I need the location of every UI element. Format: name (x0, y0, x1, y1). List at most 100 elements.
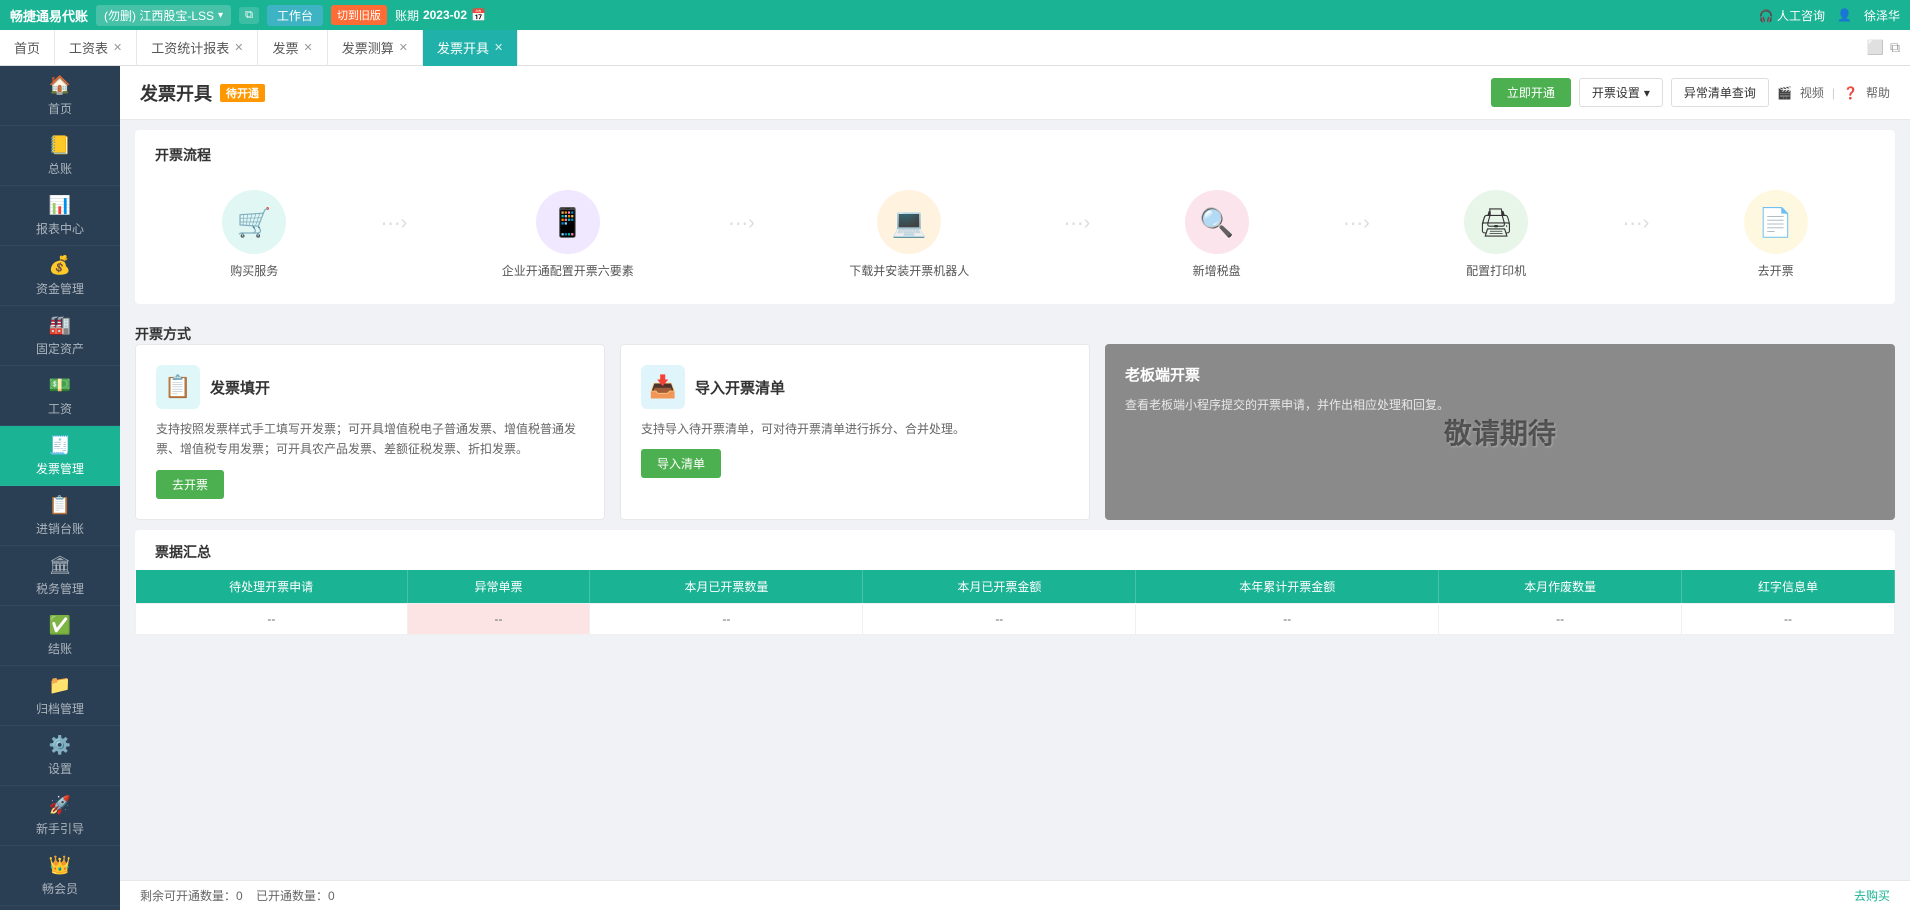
step-divider-4: ⋯ › (1343, 211, 1370, 258)
tab-home[interactable]: 首页 (0, 30, 55, 66)
unpin-sidebar-button[interactable]: 📌 取消固定 (0, 906, 120, 910)
sidebar-item-reports[interactable]: 📊 报表中心 (0, 186, 120, 246)
sidebar-item-invoice[interactable]: 🧾 发票管理 (0, 426, 120, 486)
buy-link[interactable]: 去购买 (1854, 887, 1890, 904)
tab-invoice-issue-close[interactable]: ✕ (494, 41, 503, 54)
abnormal-query-button[interactable]: 异常清单查询 (1671, 78, 1769, 107)
sidebar-label-settle: 结账 (48, 640, 72, 657)
billing-card-import-header: 📥 导入开票清单 (641, 365, 1069, 409)
flow-step-1-icon: 🛒 (222, 190, 286, 254)
help-label: 帮助 (1866, 84, 1890, 101)
customer-service[interactable]: 🎧 人工咨询 (1759, 7, 1825, 24)
arrow-right-icon-5: ⋯ (1623, 211, 1643, 236)
tab-invoice-label: 发票 (272, 38, 298, 57)
sidebar-item-assets[interactable]: 🏭 固定资产 (0, 306, 120, 366)
sidebar-item-tax[interactable]: 🏛 税务管理 (0, 546, 120, 606)
page-header-actions: 立即开通 开票设置 ▾ 异常清单查询 🎬 视频 | ❓ 帮助 (1491, 78, 1890, 107)
period-label: 账期 (395, 7, 419, 24)
tab-invoice-issue[interactable]: 发票开具 ✕ (423, 30, 518, 66)
sidebar-item-archive[interactable]: 📁 归档管理 (0, 666, 120, 726)
minimize-icon[interactable]: ⬜ (1867, 39, 1884, 56)
top-bar-left: 畅捷通易代账 (勿删) 江西股宝-LSS ▾ ⧉ 工作台 切到旧版 账期 202… (10, 5, 486, 26)
user-avatar-icon: 👤 (1837, 8, 1852, 22)
workbench-button[interactable]: 工作台 (267, 5, 323, 26)
video-icon[interactable]: 🎬 (1777, 86, 1792, 100)
sidebar-item-inout[interactable]: 📋 进销台账 (0, 486, 120, 546)
newguide-icon: 🚀 (49, 795, 71, 816)
summary-val-abnormal: -- (407, 603, 590, 634)
tab-payroll-stats[interactable]: 工资统计报表 ✕ (137, 30, 258, 66)
username: 徐泽华 (1864, 7, 1900, 24)
summary-table-header-row: 待处理开票申请 异常单票 本月已开票数量 本月已开票金额 本年累计开票金额 本月… (136, 570, 1895, 604)
flow-step-2-label: 企业开通配置开票六要素 (502, 262, 634, 279)
sidebar-label-newguide: 新手引导 (36, 820, 84, 837)
sidebar-label-settings: 设置 (48, 760, 72, 777)
calendar-icon[interactable]: 📅 (471, 8, 486, 22)
sidebar-label-assets: 固定资产 (36, 340, 84, 357)
sidebar-item-newguide[interactable]: 🚀 新手引导 (0, 786, 120, 846)
page-header-right-icons: 🎬 视频 | ❓ 帮助 (1777, 84, 1890, 101)
tax-icon: 🏛 (49, 555, 72, 576)
tab-payroll[interactable]: 工资表 ✕ (55, 30, 137, 66)
payroll-icon: 💵 (49, 375, 71, 396)
tab-invoice-calc-close[interactable]: ✕ (399, 41, 408, 54)
step-divider-1: ⋯ › (381, 211, 408, 258)
summary-col-month-amount: 本月已开票金额 (863, 570, 1136, 604)
arrow-icon: › (401, 212, 408, 235)
flow-section: 开票流程 🛒 购买服务 ⋯ › 📱 企业开通配置开票六要素 ⋯ (135, 130, 1895, 304)
tab-payroll-close[interactable]: ✕ (113, 41, 122, 54)
flow-step-2: 📱 企业开通配置开票六要素 (502, 190, 634, 279)
billing-methods: 📋 发票填开 支持按照发票样式手工填写开发票；可开具增值税电子普通发票、增值税普… (135, 344, 1895, 520)
sidebar-label-home: 首页 (48, 100, 72, 117)
summary-col-year-amount: 本年累计开票金额 (1136, 570, 1439, 604)
page-status-badge: 待开通 (220, 84, 265, 102)
arrow-icon-3: › (1084, 212, 1091, 235)
copy-icon-btn[interactable]: ⧉ (239, 7, 259, 24)
manual-invoice-title: 发票填开 (210, 377, 270, 398)
vip-icon: 👑 (49, 855, 71, 876)
import-invoice-desc: 支持导入待开票清单，可对待开票清单进行拆分、合并处理。 (641, 419, 1069, 439)
old-terminal-title: 老板端开票 (1125, 364, 1875, 385)
sidebar-label-tax: 税务管理 (36, 580, 84, 597)
sidebar-item-payroll[interactable]: 💵 工资 (0, 366, 120, 426)
tab-invoice-calc[interactable]: 发票测算 ✕ (328, 30, 423, 66)
immediate-open-button[interactable]: 立即开通 (1491, 78, 1571, 107)
tab-invoice[interactable]: 发票 ✕ (258, 30, 327, 66)
flow-step-4: 🔍 新增税盘 (1185, 190, 1249, 279)
company-selector[interactable]: (勿删) 江西股宝-LSS ▾ (96, 5, 231, 26)
summary-val-pending: -- (136, 603, 408, 634)
summary-col-abnormal: 异常单票 (407, 570, 590, 604)
import-list-button[interactable]: 导入清单 (641, 449, 721, 478)
sidebar-item-settings[interactable]: ⚙️ 设置 (0, 726, 120, 786)
sidebar-label-invoice: 发票管理 (36, 460, 84, 477)
go-invoice-button[interactable]: 去开票 (156, 470, 224, 499)
sidebar-item-vip[interactable]: 👑 畅会员 (0, 846, 120, 906)
arrow-icon-5: › (1643, 212, 1650, 235)
flow-step-6-icon: 📄 (1744, 190, 1808, 254)
page-header: 发票开具 待开通 立即开通 开票设置 ▾ 异常清单查询 🎬 视频 | ❓ 帮助 (120, 66, 1910, 120)
ticket-settings-button[interactable]: 开票设置 ▾ (1579, 78, 1663, 107)
sidebar-item-home[interactable]: 🏠 首页 (0, 66, 120, 126)
settle-icon: ✅ (49, 615, 71, 636)
billing-card-import: 📥 导入开票清单 支持导入待开票清单，可对待开票清单进行拆分、合并处理。 导入清… (620, 344, 1090, 520)
tab-invoice-close[interactable]: ✕ (304, 41, 313, 54)
opened-label: 已开通数量：0 (256, 889, 335, 903)
arrow-right-icon-2: ⋯ (728, 211, 748, 236)
sidebar-item-settle[interactable]: ✅ 结账 (0, 606, 120, 666)
sidebar-item-funds[interactable]: 💰 资金管理 (0, 246, 120, 306)
help-icon[interactable]: ❓ (1843, 86, 1858, 100)
assets-icon: 🏭 (49, 315, 71, 336)
flow-step-6: 📄 去开票 (1744, 190, 1808, 279)
tab-payroll-stats-close[interactable]: ✕ (234, 41, 243, 54)
sidebar-item-ledger[interactable]: 📒 总账 (0, 126, 120, 186)
app-logo: 畅捷通易代账 (10, 6, 88, 25)
switch-old-button[interactable]: 切到旧版 (331, 5, 387, 25)
reports-icon: 📊 (49, 195, 71, 216)
main-footer: 剩余可开通数量：0 已开通数量：0 去购买 (120, 880, 1910, 910)
invoice-icon: 🧾 (49, 435, 71, 456)
summary-col-red-info: 红字信息单 (1682, 570, 1895, 604)
restore-icon[interactable]: ⧉ (1890, 39, 1900, 56)
sidebar-label-inout: 进销台账 (36, 520, 84, 537)
flow-step-5: 🖨 配置打印机 (1464, 190, 1528, 279)
chevron-down-icon: ▾ (1644, 86, 1650, 100)
